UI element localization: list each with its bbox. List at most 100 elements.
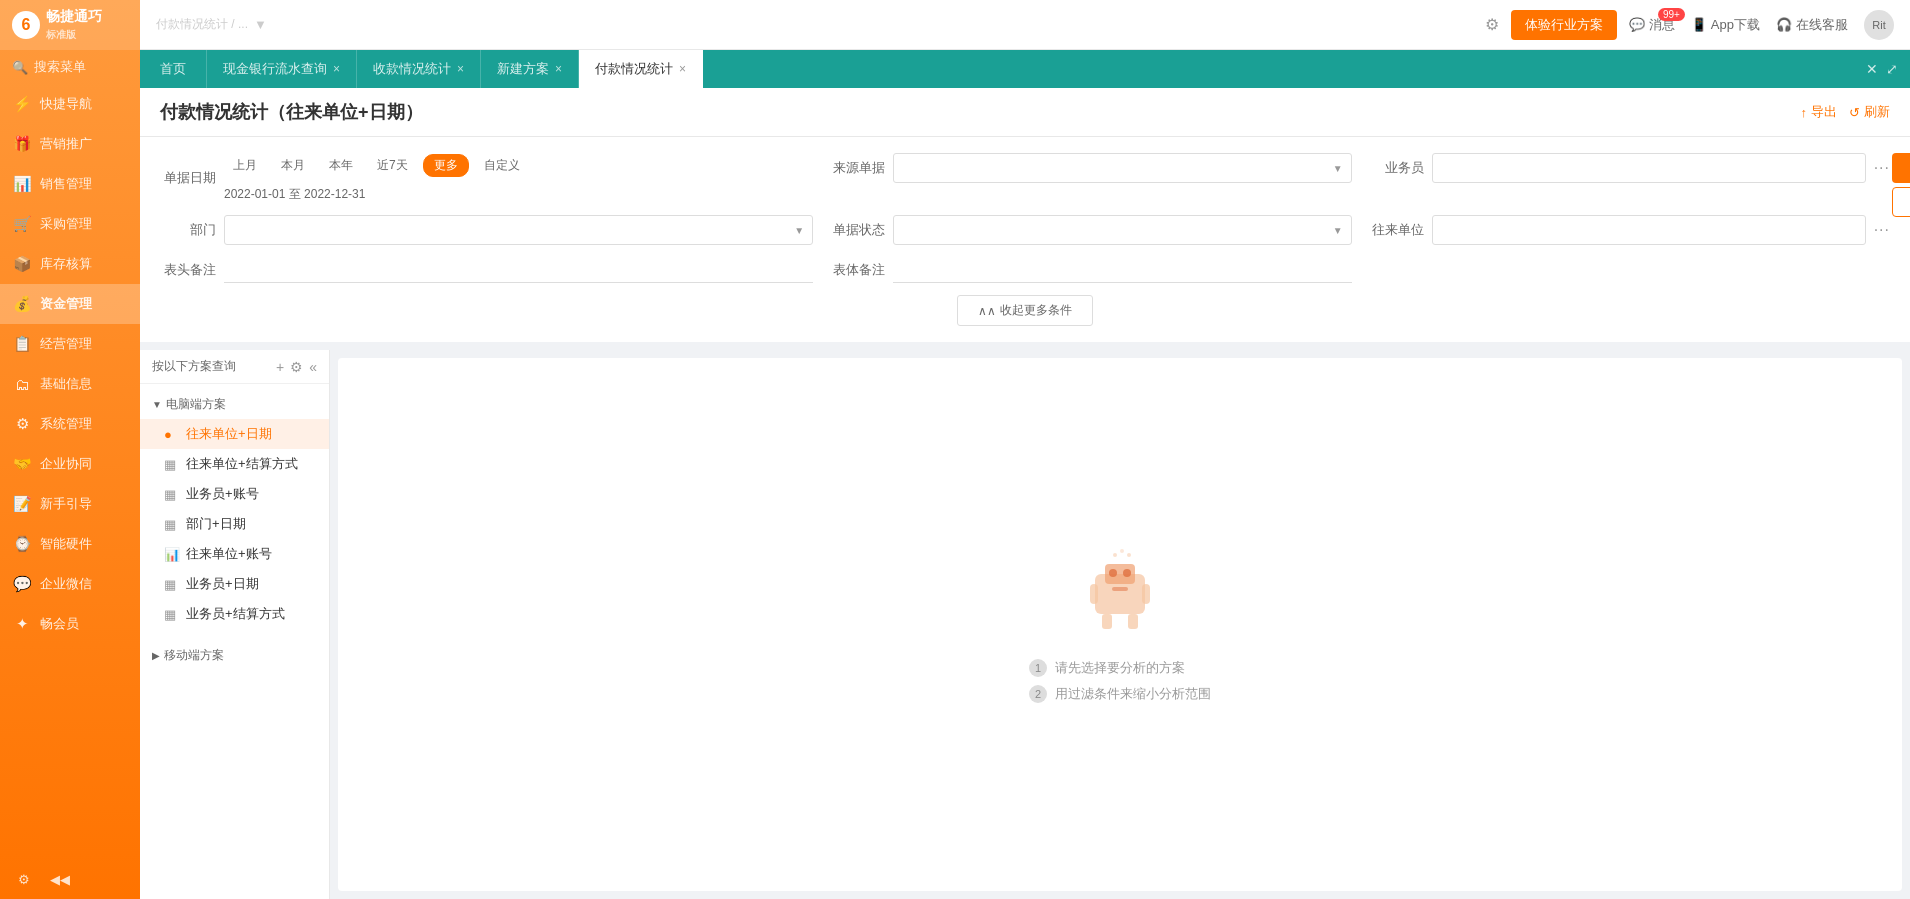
query-btn[interactable]: 查询 bbox=[1892, 153, 1910, 183]
sidebar-item-vip[interactable]: ✦ 畅会员 bbox=[0, 604, 140, 644]
service-btn[interactable]: 🎧 在线客服 bbox=[1776, 16, 1848, 34]
breadcrumb-path: 付款情况统计 / ... bbox=[156, 16, 248, 33]
filter-note-body-input[interactable] bbox=[893, 257, 1351, 283]
filter-salesman-dots[interactable]: ··· bbox=[1874, 159, 1890, 177]
panel-item-counterpart-date[interactable]: ● 往来单位+日期 bbox=[140, 419, 329, 449]
sidebar-item-label: 快捷导航 bbox=[40, 95, 92, 113]
pc-section: ▼ 电脑端方案 ● 往来单位+日期 ▦ 往来单位+结算方式 ▦ 业务员+账号 bbox=[140, 384, 329, 635]
svg-rect-4 bbox=[1112, 587, 1128, 591]
panel-toolbar-btns: + ⚙ « bbox=[276, 359, 317, 375]
pc-section-header[interactable]: ▼ 电脑端方案 bbox=[140, 390, 329, 419]
mobile-section-header[interactable]: ▶ 移动端方案 bbox=[140, 641, 329, 670]
panel-item-counterpart-account[interactable]: 📊 往来单位+账号 bbox=[140, 539, 329, 569]
filter-counterpart-dots[interactable]: ··· bbox=[1874, 221, 1890, 239]
user-avatar[interactable]: Rit bbox=[1864, 10, 1894, 40]
panel-item-salesman-date[interactable]: ▦ 业务员+日期 bbox=[140, 569, 329, 599]
filter-source-select[interactable]: ▼ bbox=[893, 153, 1351, 183]
filter-status-label: 单据状态 bbox=[829, 221, 885, 239]
panel-settings-btn[interactable]: ⚙ bbox=[290, 359, 303, 375]
filter-salesman-input[interactable] bbox=[1432, 153, 1866, 183]
filter-date-item: 单据日期 上月 本月 本年 近7天 更多 自定义 2022-01-01 至 20… bbox=[160, 153, 813, 203]
main-area: 付款情况统计 / ... ▼ ⚙ 体验行业方案 💬 消息 99+ 📱 App下载… bbox=[140, 0, 1910, 899]
sidebar-item-purchase[interactable]: 🛒 采购管理 bbox=[0, 204, 140, 244]
search-icon: 🔍 bbox=[12, 60, 28, 75]
trial-btn[interactable]: 体验行业方案 bbox=[1511, 10, 1617, 40]
date-btn-7days[interactable]: 近7天 bbox=[368, 153, 417, 178]
settings-btn[interactable]: 设置 bbox=[1892, 187, 1910, 217]
counterpart-settle-icon: ▦ bbox=[164, 457, 180, 472]
tab-bank-close[interactable]: × bbox=[333, 62, 340, 76]
filter-date-label: 单据日期 bbox=[160, 169, 216, 187]
sidebar-logo: 6 畅捷通巧 标准版 bbox=[0, 0, 140, 50]
panel-item-salesman-account[interactable]: ▦ 业务员+账号 bbox=[140, 479, 329, 509]
filter-status-item: 单据状态 ▼ bbox=[829, 215, 1351, 245]
date-btn-last-month[interactable]: 上月 bbox=[224, 153, 266, 178]
tab-bank[interactable]: 现金银行流水查询 × bbox=[207, 50, 357, 88]
tab-receipt[interactable]: 收款情况统计 × bbox=[357, 50, 481, 88]
filter-dept-select[interactable]: ▼ bbox=[224, 215, 813, 245]
tab-home[interactable]: 首页 bbox=[140, 50, 207, 88]
tab-controls: ✕ ⤢ bbox=[1854, 50, 1910, 88]
tab-new-plan[interactable]: 新建方案 × bbox=[481, 50, 579, 88]
source-arrow: ▼ bbox=[1333, 163, 1343, 174]
header-right: 💬 消息 99+ 📱 App下载 🎧 在线客服 Rit bbox=[1629, 10, 1894, 40]
sidebar-item-quicknav[interactable]: ⚡ 快捷导航 bbox=[0, 84, 140, 124]
sidebar-item-inventory[interactable]: 📦 库存核算 bbox=[0, 244, 140, 284]
add-plan-btn[interactable]: + bbox=[276, 359, 284, 375]
sidebar: 6 畅捷通巧 标准版 🔍 搜索菜单 ⚡ 快捷导航 🎁 营销推广 📊 销售管理 🛒… bbox=[0, 0, 140, 899]
pc-section-arrow: ▼ bbox=[152, 399, 162, 410]
filter-salesman-label: 业务员 bbox=[1368, 159, 1424, 177]
export-btn[interactable]: ↑ 导出 bbox=[1801, 103, 1838, 121]
panel-item-counterpart-settle[interactable]: ▦ 往来单位+结算方式 bbox=[140, 449, 329, 479]
app-download-btn[interactable]: 📱 App下载 bbox=[1691, 16, 1760, 34]
tab-receipt-close[interactable]: × bbox=[457, 62, 464, 76]
sidebar-item-label: 新手引导 bbox=[40, 495, 92, 513]
tab-payment-close[interactable]: × bbox=[679, 62, 686, 76]
search-menu[interactable]: 🔍 搜索菜单 bbox=[0, 50, 140, 84]
app-label: App下载 bbox=[1711, 16, 1760, 34]
sidebar-item-operation[interactable]: 📋 经营管理 bbox=[0, 324, 140, 364]
inventory-icon: 📦 bbox=[12, 254, 32, 274]
refresh-btn[interactable]: ↺ 刷新 bbox=[1849, 103, 1890, 121]
salesman-settle-label: 业务员+结算方式 bbox=[186, 605, 285, 623]
svg-rect-8 bbox=[1128, 614, 1138, 629]
search-menu-label: 搜索菜单 bbox=[34, 58, 86, 76]
sidebar-collapse-btn[interactable]: ◀◀ bbox=[44, 868, 76, 891]
sidebar-item-hardware[interactable]: ⌚ 智能硬件 bbox=[0, 524, 140, 564]
filter-counterpart-input[interactable] bbox=[1432, 215, 1866, 245]
sidebar-item-wechat[interactable]: 💬 企业微信 bbox=[0, 564, 140, 604]
baseinfo-icon: 🗂 bbox=[12, 374, 32, 394]
tab-maximize-btn[interactable]: ⤢ bbox=[1886, 61, 1898, 77]
sidebar-item-capital[interactable]: 💰 资金管理 bbox=[0, 284, 140, 324]
date-btn-this-month[interactable]: 本月 bbox=[272, 153, 314, 178]
sidebar-settings-btn[interactable]: ⚙ bbox=[12, 868, 36, 891]
quicknav-icon: ⚡ bbox=[12, 94, 32, 114]
filter-note-head-input[interactable] bbox=[224, 257, 813, 283]
tab-receipt-label: 收款情况统计 bbox=[373, 60, 451, 78]
sidebar-item-guide[interactable]: 📝 新手引导 bbox=[0, 484, 140, 524]
capital-icon: 💰 bbox=[12, 294, 32, 314]
collapse-arrow-icon: ∧∧ bbox=[978, 304, 996, 318]
sidebar-item-baseinfo[interactable]: 🗂 基础信息 bbox=[0, 364, 140, 404]
tab-new-plan-close[interactable]: × bbox=[555, 62, 562, 76]
tab-close-all-btn[interactable]: ✕ bbox=[1866, 61, 1878, 77]
tab-payment[interactable]: 付款情况统计 × bbox=[579, 50, 703, 88]
sidebar-item-sales[interactable]: 📊 销售管理 bbox=[0, 164, 140, 204]
panel-collapse-btn[interactable]: « bbox=[309, 359, 317, 375]
header-settings-icon[interactable]: ⚙ bbox=[1485, 15, 1499, 34]
collapse-conditions-btn[interactable]: ∧∧ 收起更多条件 bbox=[957, 295, 1093, 326]
message-btn[interactable]: 💬 消息 99+ bbox=[1629, 16, 1675, 34]
panel-item-dept-date[interactable]: ▦ 部门+日期 bbox=[140, 509, 329, 539]
date-btn-this-year[interactable]: 本年 bbox=[320, 153, 362, 178]
date-btn-custom[interactable]: 自定义 bbox=[475, 153, 529, 178]
tab-spacer bbox=[703, 50, 1854, 88]
tip-text-1: 请先选择要分析的方案 bbox=[1055, 659, 1185, 677]
sidebar-item-marketing[interactable]: 🎁 营销推广 bbox=[0, 124, 140, 164]
panel-item-salesman-settle[interactable]: ▦ 业务员+结算方式 bbox=[140, 599, 329, 629]
sidebar-item-system[interactable]: ⚙ 系统管理 bbox=[0, 404, 140, 444]
date-btn-more[interactable]: 更多 bbox=[423, 154, 469, 177]
filter-status-select[interactable]: ▼ bbox=[893, 215, 1351, 245]
filter-dept-label: 部门 bbox=[160, 221, 216, 239]
sidebar-item-collab[interactable]: 🤝 企业协同 bbox=[0, 444, 140, 484]
date-range-text: 2022-01-01 至 2022-12-31 bbox=[224, 186, 813, 203]
